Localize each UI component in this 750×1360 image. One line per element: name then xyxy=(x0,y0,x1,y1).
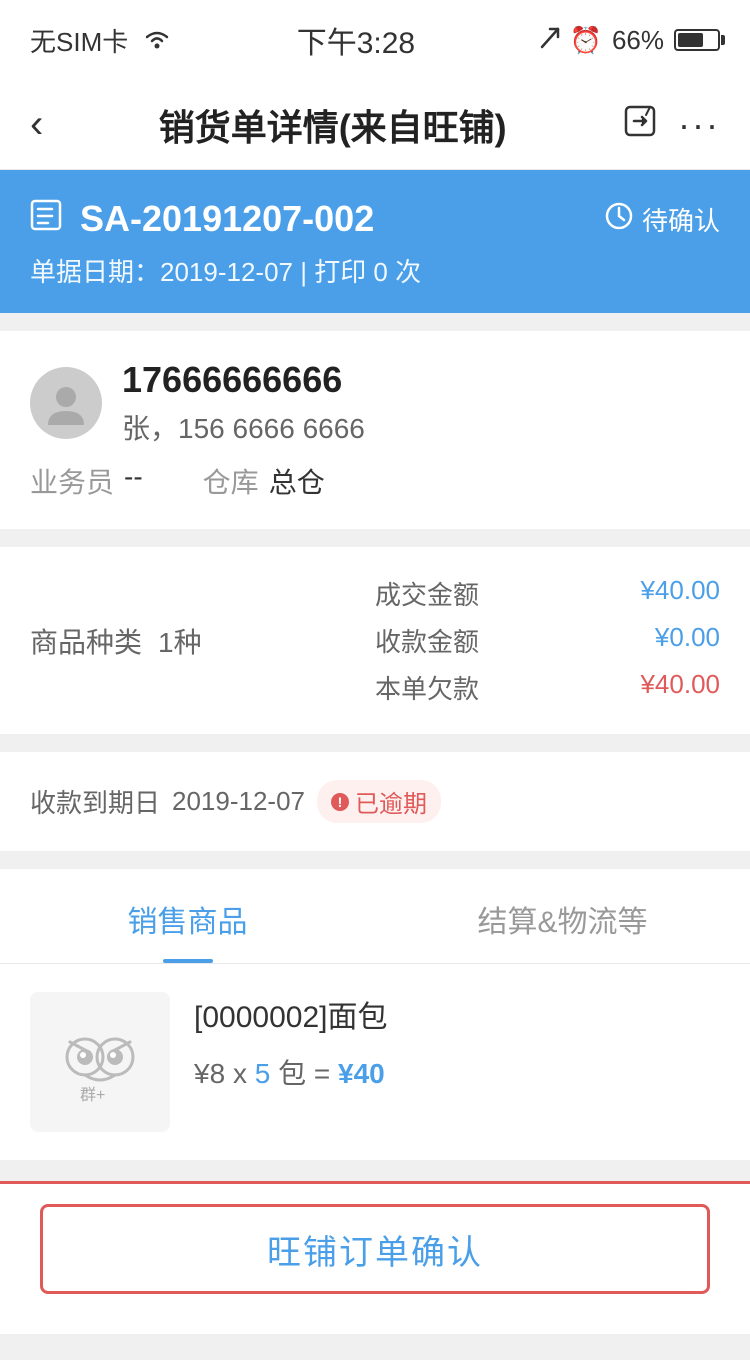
product-name: [0000002]面包 xyxy=(194,992,720,1036)
wifi-icon xyxy=(142,25,172,56)
due-date-section: 收款到期日 2019-12-07 ! 已逾期 xyxy=(0,752,750,851)
warning-icon: ! xyxy=(331,793,349,811)
order-header-top: SA-20191207-002 待确认 xyxy=(30,198,720,240)
avatar xyxy=(30,367,102,439)
page-title: 销货单详情(来自旺铺) xyxy=(43,99,622,151)
nav-actions: ··· xyxy=(622,103,720,146)
order-id-text: SA-20191207-002 xyxy=(80,198,374,240)
confirm-order-button[interactable]: 旺铺订单确认 xyxy=(40,1204,710,1294)
order-status: 待确认 xyxy=(604,201,720,238)
customer-section: 17666666666 张，156 6666 6666 业务员 -- 仓库 总仓 xyxy=(0,331,750,529)
product-info: [0000002]面包 ¥8 x 5 包 = ¥40 xyxy=(194,992,720,1132)
status-left: 无SIM卡 xyxy=(30,22,172,59)
customer-phone: 17666666666 xyxy=(122,359,365,401)
status-time: 下午3:28 xyxy=(297,18,415,62)
tab-sales-label: 销售商品 xyxy=(128,906,248,939)
equals-sign: = xyxy=(314,1058,338,1089)
overdue-badge: ! 已逾期 xyxy=(317,780,441,823)
product-item: 群+ [0000002]面包 ¥8 x 5 包 = ¥40 xyxy=(0,964,750,1160)
unit-price: ¥8 xyxy=(194,1058,225,1089)
clock-icon xyxy=(604,201,634,238)
due-date-row: 收款到期日 2019-12-07 ! 已逾期 xyxy=(30,780,720,823)
location-icon xyxy=(540,25,560,56)
tab-sales-products[interactable]: 销售商品 xyxy=(0,869,375,963)
battery-percent: 66% xyxy=(612,25,664,56)
svg-text:群+: 群+ xyxy=(80,1086,105,1102)
transaction-amount: ¥40.00 xyxy=(640,575,720,612)
status-bar: 无SIM卡 下午3:28 ⏰ 66% xyxy=(0,0,750,80)
order-id: SA-20191207-002 xyxy=(30,198,374,240)
alarm-icon: ⏰ xyxy=(570,25,602,56)
more-icon[interactable]: ··· xyxy=(678,104,720,146)
product-type-value: 1种 xyxy=(158,621,202,661)
salesman-value: -- xyxy=(124,461,143,501)
bottom-action-bar: 旺铺订单确认 xyxy=(0,1181,750,1334)
customer-row: 17666666666 张，156 6666 6666 xyxy=(30,359,720,447)
warehouse-value: 总仓 xyxy=(269,461,325,501)
salesman-label: 业务员 xyxy=(30,461,114,501)
battery-icon xyxy=(674,29,720,51)
nav-bar: ‹ 销货单详情(来自旺铺) ··· xyxy=(0,80,750,170)
order-header: SA-20191207-002 待确认 单据日期：2019-12-07 | 打印… xyxy=(0,170,750,313)
received-amount: ¥0.00 xyxy=(655,622,720,659)
order-summary-section: 商品种类 1种 成交金额 ¥40.00 收款金额 ¥0.00 本单欠款 ¥40.… xyxy=(0,547,750,734)
product-type-label: 商品种类 xyxy=(30,621,142,661)
summary-grid: 商品种类 1种 成交金额 ¥40.00 收款金额 ¥0.00 本单欠款 ¥40.… xyxy=(30,575,720,706)
transaction-label: 成交金额 xyxy=(375,575,479,612)
share-icon[interactable] xyxy=(622,103,658,146)
warehouse-label: 仓库 xyxy=(203,461,259,501)
owed-label: 本单欠款 xyxy=(375,669,479,706)
tabs-header: 销售商品 结算&物流等 xyxy=(0,869,750,964)
transaction-row: 成交金额 ¥40.00 xyxy=(375,575,720,612)
owed-row: 本单欠款 ¥40.00 xyxy=(375,669,720,706)
salesman-item: 业务员 -- xyxy=(30,461,143,501)
overdue-label: 已逾期 xyxy=(355,784,427,819)
total-price: ¥40 xyxy=(338,1058,385,1089)
carrier-label: 无SIM卡 xyxy=(30,22,128,59)
owed-amount: ¥40.00 xyxy=(640,669,720,706)
product-price-formula: ¥8 x 5 包 = ¥40 xyxy=(194,1052,720,1092)
tab-settlement-label: 结算&物流等 xyxy=(477,906,647,939)
product-thumbnail: 群+ xyxy=(30,992,170,1132)
back-button[interactable]: ‹ xyxy=(30,102,43,147)
customer-name: 张，156 6666 6666 xyxy=(122,407,365,447)
due-date-label: 收款到期日 xyxy=(30,783,160,820)
tab-settlement[interactable]: 结算&物流等 xyxy=(375,869,750,963)
product-type: 商品种类 1种 xyxy=(30,575,375,706)
customer-info: 17666666666 张，156 6666 6666 xyxy=(122,359,365,447)
customer-meta: 业务员 -- 仓库 总仓 xyxy=(30,461,720,501)
unit: 包 xyxy=(278,1058,306,1089)
amounts: 成交金额 ¥40.00 收款金额 ¥0.00 本单欠款 ¥40.00 xyxy=(375,575,720,706)
due-date-value: 2019-12-07 xyxy=(172,786,305,817)
quantity: 5 xyxy=(255,1058,271,1089)
warehouse-item: 仓库 总仓 xyxy=(203,461,325,501)
multiply-sign: x xyxy=(233,1058,255,1089)
order-status-text: 待确认 xyxy=(642,201,720,238)
order-icon xyxy=(30,198,68,240)
tabs-section: 销售商品 结算&物流等 群+ [0000002]面包 xyxy=(0,869,750,1160)
received-row: 收款金额 ¥0.00 xyxy=(375,622,720,659)
received-label: 收款金额 xyxy=(375,622,479,659)
status-right: ⏰ 66% xyxy=(540,25,720,56)
order-date: 单据日期：2019-12-07 | 打印 0 次 xyxy=(30,252,720,289)
